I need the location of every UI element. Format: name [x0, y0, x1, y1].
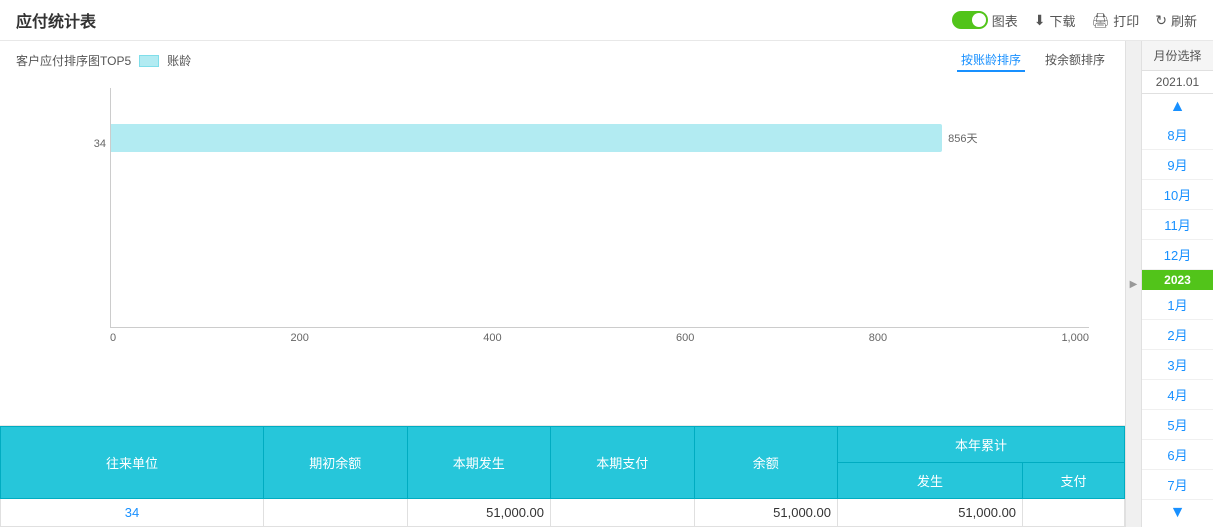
col-header-unit: 往来单位	[1, 427, 264, 499]
refresh-icon: ↻	[1155, 12, 1167, 29]
chart-toggle-action[interactable]: 图表	[952, 11, 1018, 30]
download-label: 下载	[1049, 11, 1075, 30]
col-header-ytd-occurrence: 发生	[837, 463, 1022, 499]
x-label-200: 200	[291, 332, 309, 344]
sidebar-month-5[interactable]: 5月	[1142, 410, 1213, 440]
col-header-ytd-payment: 支付	[1023, 463, 1125, 499]
cell-occurrence: 51,000.00	[407, 499, 550, 527]
bar-fill	[110, 124, 942, 152]
col-header-occurrence: 本期发生	[407, 427, 550, 499]
right-panel: ▶ 月份选择 2021.01 ▲ 8月 9月 10月 11月 12月 2023 …	[1125, 41, 1213, 527]
chart-area: 客户应付排序图TOP5 账龄 按账龄排序 按余额排序 34	[0, 41, 1125, 527]
sidebar-month-2[interactable]: 2月	[1142, 320, 1213, 350]
chart-sort: 按账龄排序 按余额排序	[957, 49, 1109, 72]
print-icon: 🖨	[1091, 12, 1109, 29]
refresh-button[interactable]: ↻ 刷新	[1155, 11, 1197, 30]
data-table: 往来单位 期初余额 本期发生 本期支付 余额 本年累计 发生 支付	[0, 426, 1125, 527]
refresh-label: 刷新	[1171, 11, 1197, 30]
collapse-bar[interactable]: ▶	[1125, 41, 1141, 527]
chart-header: 客户应付排序图TOP5 账龄 按账龄排序 按余额排序	[0, 41, 1125, 80]
sort-by-age-button[interactable]: 按账龄排序	[957, 49, 1025, 72]
cell-opening	[264, 499, 407, 527]
cell-payment	[551, 499, 694, 527]
bar-y-label: 34	[66, 138, 106, 150]
x-label-1000: 1,000	[1061, 332, 1089, 344]
sort-by-balance-button[interactable]: 按余额排序	[1041, 49, 1109, 72]
x-label-800: 800	[869, 332, 887, 344]
sidebar-month-7[interactable]: 7月	[1142, 470, 1213, 500]
cell-balance: 51,000.00	[694, 499, 837, 527]
col-header-balance: 余额	[694, 427, 837, 499]
chart-label: 图表	[992, 11, 1018, 30]
app-container: 应付统计表 图表 ⬇ 下载 🖨 打印 ↻	[0, 0, 1213, 527]
chart-legend: 客户应付排序图TOP5 账龄	[16, 52, 191, 69]
sidebar-month-8[interactable]: 8月	[1142, 120, 1213, 150]
sidebar-header: 月份选择	[1142, 41, 1213, 71]
page-title: 应付统计表	[16, 8, 96, 32]
x-label-0: 0	[110, 332, 116, 344]
sidebar-month-4[interactable]: 4月	[1142, 380, 1213, 410]
sidebar-year-2023: 2023	[1142, 270, 1213, 290]
sidebar-month-11[interactable]: 11月	[1142, 210, 1213, 240]
x-axis-labels: 0 200 400 600 800 1,000	[110, 332, 1089, 344]
chart-toggle[interactable]	[952, 11, 988, 29]
chart-canvas: 34 856天 0 200	[0, 80, 1125, 425]
legend-box	[139, 55, 159, 67]
y-axis-line	[110, 88, 111, 328]
table-section: 往来单位 期初余额 本期发生 本期支付 余额 本年累计 发生 支付	[0, 425, 1125, 527]
sidebar-month-6[interactable]: 6月	[1142, 440, 1213, 470]
print-label: 打印	[1113, 11, 1139, 30]
x-label-400: 400	[483, 332, 501, 344]
sidebar-month-9[interactable]: 9月	[1142, 150, 1213, 180]
cell-ytd-occurrence: 51,000.00	[837, 499, 1022, 527]
bar-end-label: 856天	[948, 130, 977, 146]
download-icon: ⬇	[1034, 12, 1046, 29]
col-header-opening: 期初余额	[264, 427, 407, 499]
header: 应付统计表 图表 ⬇ 下载 🖨 打印 ↻	[0, 0, 1213, 41]
sidebar-nav-up[interactable]: ▲	[1142, 94, 1213, 120]
col-header-ytd: 本年累计	[837, 427, 1124, 463]
bar-row: 856天	[110, 124, 1089, 152]
sidebar-month-1[interactable]: 1月	[1142, 290, 1213, 320]
table-row: 34 51,000.00 51,000.00 51,000.00	[1, 499, 1125, 527]
x-axis-line	[110, 327, 1089, 328]
col-header-payment: 本期支付	[551, 427, 694, 499]
sidebar: 月份选择 2021.01 ▲ 8月 9月 10月 11月 12月 2023 1月…	[1141, 41, 1213, 527]
x-label-600: 600	[676, 332, 694, 344]
print-button[interactable]: 🖨 打印	[1091, 11, 1139, 30]
cell-ytd-payment	[1023, 499, 1125, 527]
download-button[interactable]: ⬇ 下载	[1034, 11, 1076, 30]
header-actions: 图表 ⬇ 下载 🖨 打印 ↻ 刷新	[952, 11, 1197, 30]
sidebar-month-10[interactable]: 10月	[1142, 180, 1213, 210]
sidebar-nav-down[interactable]: ▼	[1142, 500, 1213, 526]
legend-box-label: 账龄	[167, 52, 191, 69]
sidebar-date-display: 2021.01	[1142, 71, 1213, 94]
legend-title: 客户应付排序图TOP5	[16, 52, 131, 69]
cell-unit[interactable]: 34	[1, 499, 264, 527]
sidebar-month-12[interactable]: 12月	[1142, 240, 1213, 270]
collapse-arrow-icon: ▶	[1130, 279, 1138, 290]
main-content: 客户应付排序图TOP5 账龄 按账龄排序 按余额排序 34	[0, 41, 1213, 527]
sidebar-month-3[interactable]: 3月	[1142, 350, 1213, 380]
